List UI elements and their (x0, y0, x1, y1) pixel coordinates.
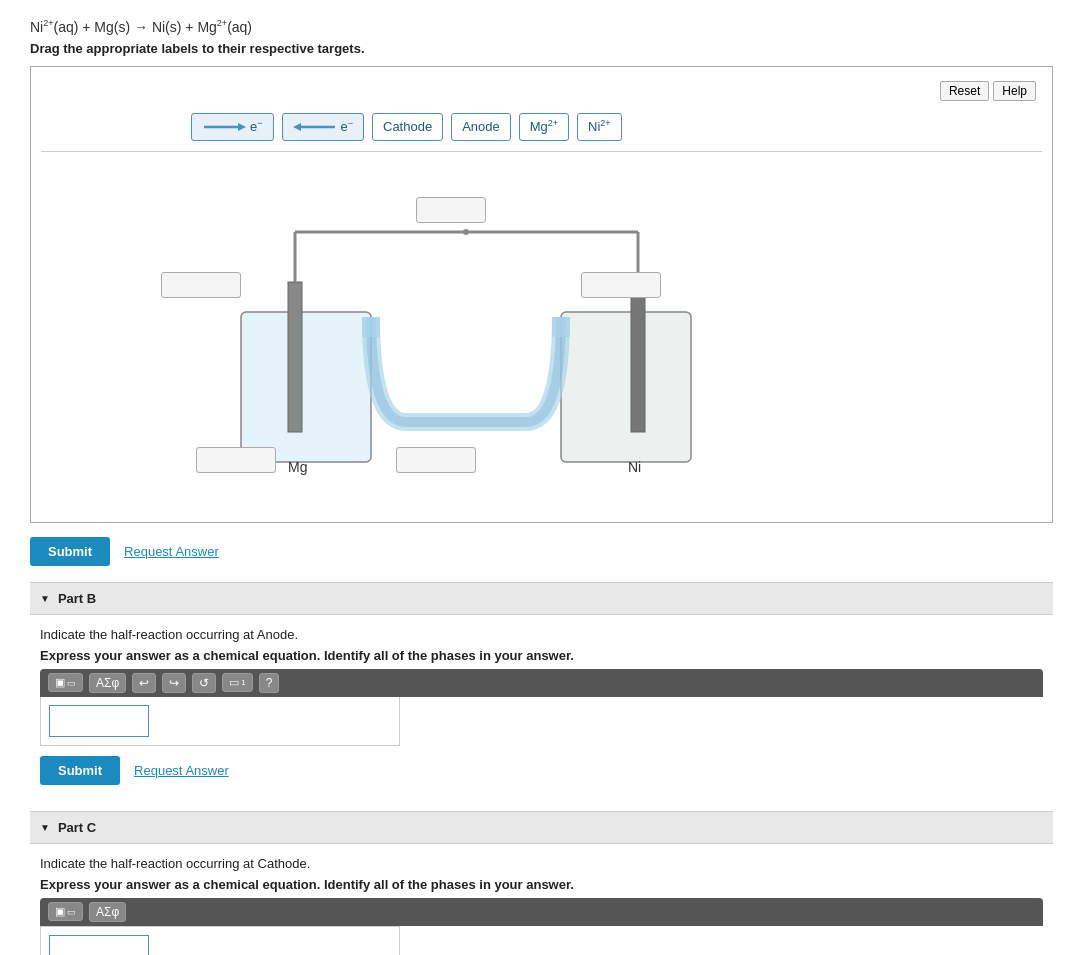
help-button[interactable]: Help (993, 81, 1036, 101)
label-cathode[interactable]: Cathode (372, 113, 443, 141)
drop-target-left[interactable] (161, 272, 241, 298)
arrow-right-icon (202, 118, 246, 136)
submit-button-partB[interactable]: Submit (40, 756, 120, 785)
drag-instruction: Drag the appropriate labels to their res… (30, 41, 1053, 56)
label-ni2plus-text: Ni2+ (588, 118, 611, 134)
arrow-left-icon (293, 118, 337, 136)
partB-redo-btn[interactable]: ↪ (162, 673, 186, 693)
diagram-area: Mg Ni (41, 152, 1042, 512)
partC-section-header: ▼ Part C (30, 811, 1053, 844)
partB-section-header: ▼ Part B (30, 582, 1053, 615)
labels-row: e− e− Cathode Anode Mg2+ Ni2+ (41, 105, 1042, 152)
partB-asigma-btn[interactable]: AΣφ (89, 673, 126, 693)
partB-subscript-btn[interactable]: ▭ 1 (222, 673, 252, 692)
drop-target-bottom-left[interactable] (196, 447, 276, 473)
partC-math-toolbar: ▣ ▭ AΣφ (40, 898, 1043, 926)
svg-text:Mg: Mg (288, 459, 307, 475)
page-wrapper: Ni2+(aq) + Mg(s) → Ni(s) + Mg2+(aq) Drag… (0, 0, 1083, 955)
reset-button[interactable]: Reset (940, 81, 989, 101)
request-answer-partB[interactable]: Request Answer (134, 763, 229, 778)
partB-content: Indicate the half-reaction occurring at … (30, 627, 1053, 811)
partC-content: Indicate the half-reaction occurring at … (30, 856, 1053, 955)
partB-answer-input[interactable] (49, 705, 149, 737)
partC-instruction: Indicate the half-reaction occurring at … (40, 856, 1043, 871)
drop-target-bottom-center[interactable] (396, 447, 476, 473)
partB-label: Part B (58, 591, 96, 606)
drop-target-top-center[interactable] (416, 197, 486, 223)
partC-template-btn[interactable]: ▣ ▭ (48, 902, 83, 921)
partC-asigma-icon: AΣφ (96, 905, 119, 919)
redo-icon: ↪ (169, 676, 179, 690)
label-anode[interactable]: Anode (451, 113, 511, 141)
question-icon: ? (266, 676, 273, 690)
partC-template-icon: ▣ (55, 905, 65, 918)
label-e-right-text: e− (250, 118, 263, 134)
svg-marker-3 (293, 123, 301, 131)
partC-asigma-btn[interactable]: AΣφ (89, 902, 126, 922)
label-e-left-text: e− (341, 118, 354, 134)
svg-rect-5 (288, 282, 302, 432)
svg-rect-8 (561, 312, 691, 462)
subscript-icon: ▭ (229, 676, 239, 689)
svg-rect-9 (631, 282, 645, 432)
subscript-icon-small: 1 (241, 678, 245, 687)
partB-instruction: Indicate the half-reaction occurring at … (40, 627, 1043, 642)
partB-math-toolbar: ▣ ▭ AΣφ ↩ ↪ ↺ ▭ 1 ? (40, 669, 1043, 697)
partB-answer-box-container (40, 697, 400, 746)
template-icon: ▣ (55, 676, 65, 689)
label-e-right[interactable]: e− (191, 113, 274, 141)
template-icon-small: ▭ (67, 678, 76, 688)
partB-reset-btn[interactable]: ↺ (192, 673, 216, 693)
partB-chevron[interactable]: ▼ (40, 593, 50, 604)
label-mg2plus-text: Mg2+ (530, 118, 558, 134)
partC-label: Part C (58, 820, 96, 835)
partC-chevron[interactable]: ▼ (40, 822, 50, 833)
drag-drop-container: Reset Help e− e− Cathode (30, 66, 1053, 523)
drop-target-right[interactable] (581, 272, 661, 298)
svg-text:Ni: Ni (628, 459, 641, 475)
submit-row-partA: Submit Request Answer (30, 537, 1053, 566)
submit-row-partB: Submit Request Answer (40, 756, 1043, 785)
partB-template-btn[interactable]: ▣ ▭ (48, 673, 83, 692)
svg-point-16 (463, 229, 469, 235)
submit-button-partA[interactable]: Submit (30, 537, 110, 566)
request-answer-partA[interactable]: Request Answer (124, 544, 219, 559)
reset-circle-icon: ↺ (199, 676, 209, 690)
partB-undo-btn[interactable]: ↩ (132, 673, 156, 693)
partB-details: Express your answer as a chemical equati… (40, 648, 1043, 663)
asigma-icon: AΣφ (96, 676, 119, 690)
undo-icon: ↩ (139, 676, 149, 690)
partC-answer-input[interactable] (49, 935, 149, 955)
svg-rect-4 (241, 312, 371, 462)
label-mg2plus[interactable]: Mg2+ (519, 113, 569, 141)
label-cathode-text: Cathode (383, 119, 432, 134)
partB-help-btn[interactable]: ? (259, 673, 280, 693)
label-e-left[interactable]: e− (282, 113, 365, 141)
partC-template-icon-small: ▭ (67, 907, 76, 917)
partC-details: Express your answer as a chemical equati… (40, 877, 1043, 892)
label-anode-text: Anode (462, 119, 500, 134)
partC-answer-box-container (40, 926, 400, 955)
svg-marker-1 (238, 123, 246, 131)
main-equation: Ni2+(aq) + Mg(s) → Ni(s) + Mg2+(aq) (30, 18, 1053, 35)
label-ni2plus[interactable]: Ni2+ (577, 113, 622, 141)
reset-help-row: Reset Help (41, 77, 1042, 105)
